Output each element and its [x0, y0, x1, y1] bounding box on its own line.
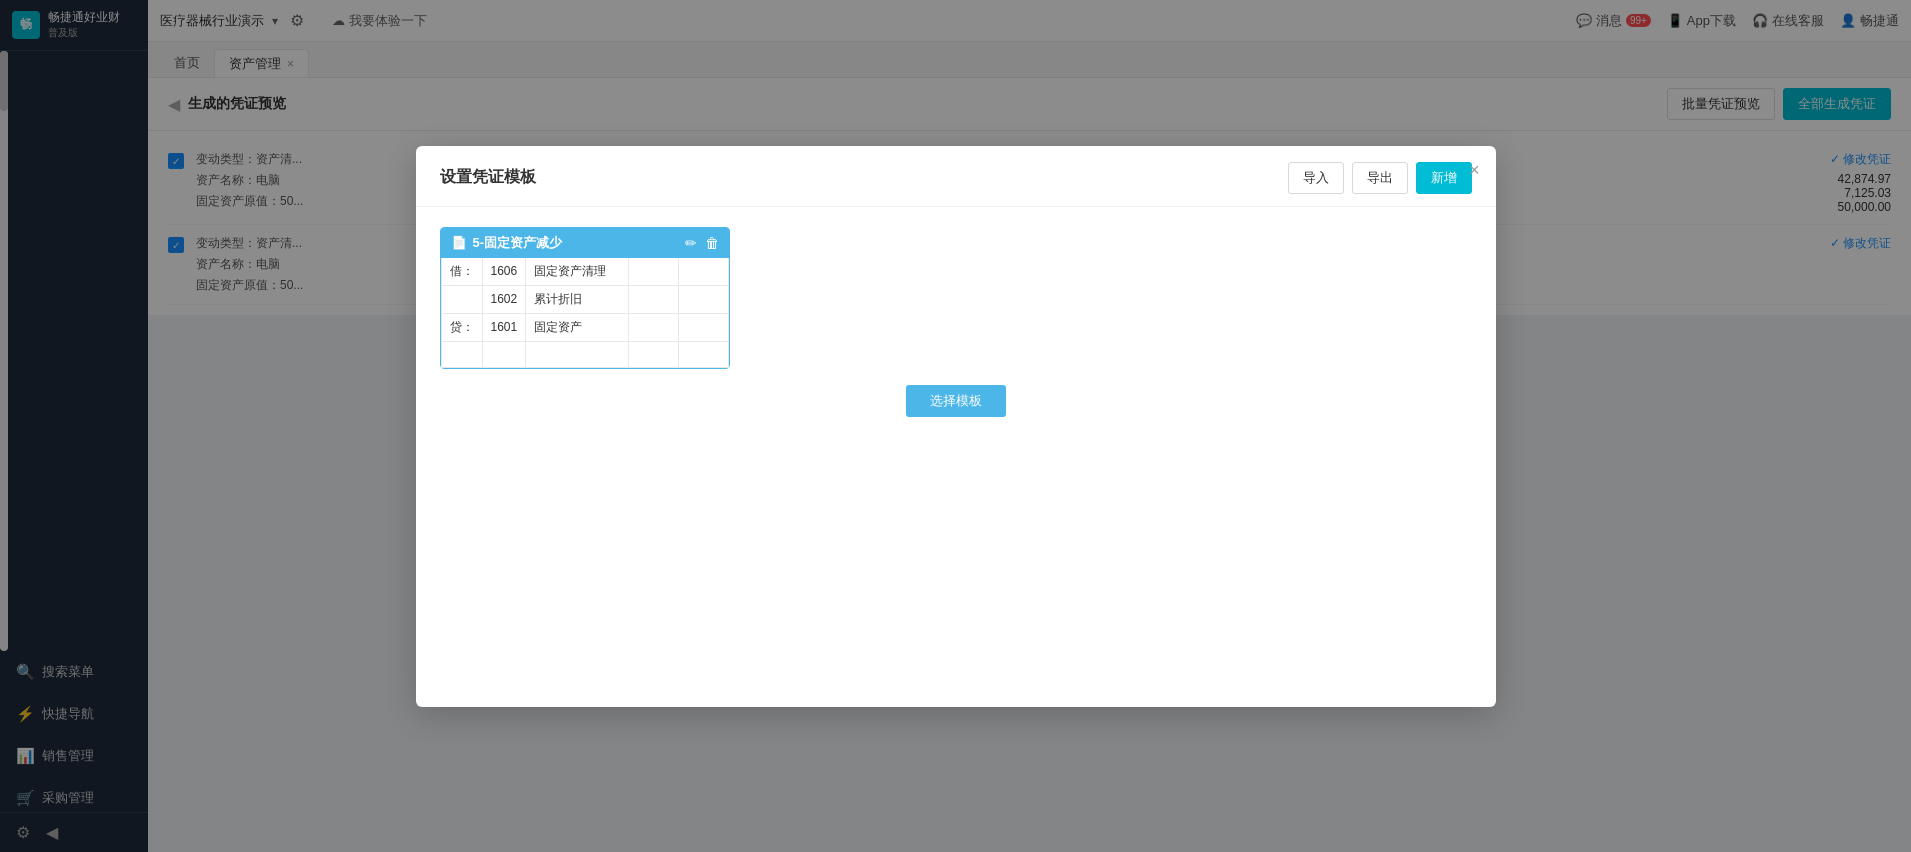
entry-code-3: 1601 — [482, 313, 526, 341]
select-template-button[interactable]: 选择模板 — [906, 385, 1006, 417]
edit-template-icon[interactable]: ✏ — [685, 235, 697, 251]
entry-name-3: 固定资产 — [526, 313, 628, 341]
entry-credit-4 — [678, 341, 728, 367]
modal-body: 📄 5-固定资产减少 ✏ 🗑 借： 1606 固 — [416, 207, 1496, 707]
template-entries-table: 借： 1606 固定资产清理 1602 累计折旧 — [441, 258, 729, 368]
template-title-text: 5-固定资产减少 — [473, 234, 563, 252]
template-modal: × 设置凭证模板 导入 导出 新增 📄 5-固定资产减少 ✏ — [416, 146, 1496, 707]
template-card: 📄 5-固定资产减少 ✏ 🗑 借： 1606 固 — [440, 227, 730, 369]
export-button[interactable]: 导出 — [1352, 162, 1408, 194]
template-card-body: 借： 1606 固定资产清理 1602 累计折旧 — [441, 258, 729, 368]
entry-code-2: 1602 — [482, 285, 526, 313]
entry-type-1: 借： — [441, 258, 482, 286]
entry-debit-3 — [628, 313, 678, 341]
entry-name-2: 累计折旧 — [526, 285, 628, 313]
new-template-button[interactable]: 新增 — [1416, 162, 1472, 194]
entry-debit-1 — [628, 258, 678, 286]
modal-header-actions: 导入 导出 新增 — [1288, 162, 1472, 194]
entry-name-4 — [526, 341, 628, 367]
template-card-title: 📄 5-固定资产减少 — [451, 234, 563, 252]
template-entry-row: 1602 累计折旧 — [441, 285, 728, 313]
entry-code-1: 1606 — [482, 258, 526, 286]
template-entry-row — [441, 341, 728, 367]
template-entry-row: 贷： 1601 固定资产 — [441, 313, 728, 341]
entry-debit-2 — [628, 285, 678, 313]
entry-credit-1 — [678, 258, 728, 286]
modal-overlay: × 设置凭证模板 导入 导出 新增 📄 5-固定资产减少 ✏ — [0, 0, 1911, 852]
entry-type-2 — [441, 285, 482, 313]
entry-credit-3 — [678, 313, 728, 341]
modal-title: 设置凭证模板 — [440, 167, 536, 188]
entry-code-4 — [482, 341, 526, 367]
modal-close-button[interactable]: × — [1469, 160, 1480, 181]
modal-header: 设置凭证模板 导入 导出 新增 — [416, 146, 1496, 207]
entry-type-3: 贷： — [441, 313, 482, 341]
entry-credit-2 — [678, 285, 728, 313]
template-card-header: 📄 5-固定资产减少 ✏ 🗑 — [441, 228, 729, 258]
import-button[interactable]: 导入 — [1288, 162, 1344, 194]
template-entry-row: 借： 1606 固定资产清理 — [441, 258, 728, 286]
delete-template-icon[interactable]: 🗑 — [705, 235, 719, 251]
entry-debit-4 — [628, 341, 678, 367]
entry-name-1: 固定资产清理 — [526, 258, 628, 286]
entry-type-4 — [441, 341, 482, 367]
template-card-actions: ✏ 🗑 — [685, 235, 719, 251]
document-icon: 📄 — [451, 235, 467, 250]
